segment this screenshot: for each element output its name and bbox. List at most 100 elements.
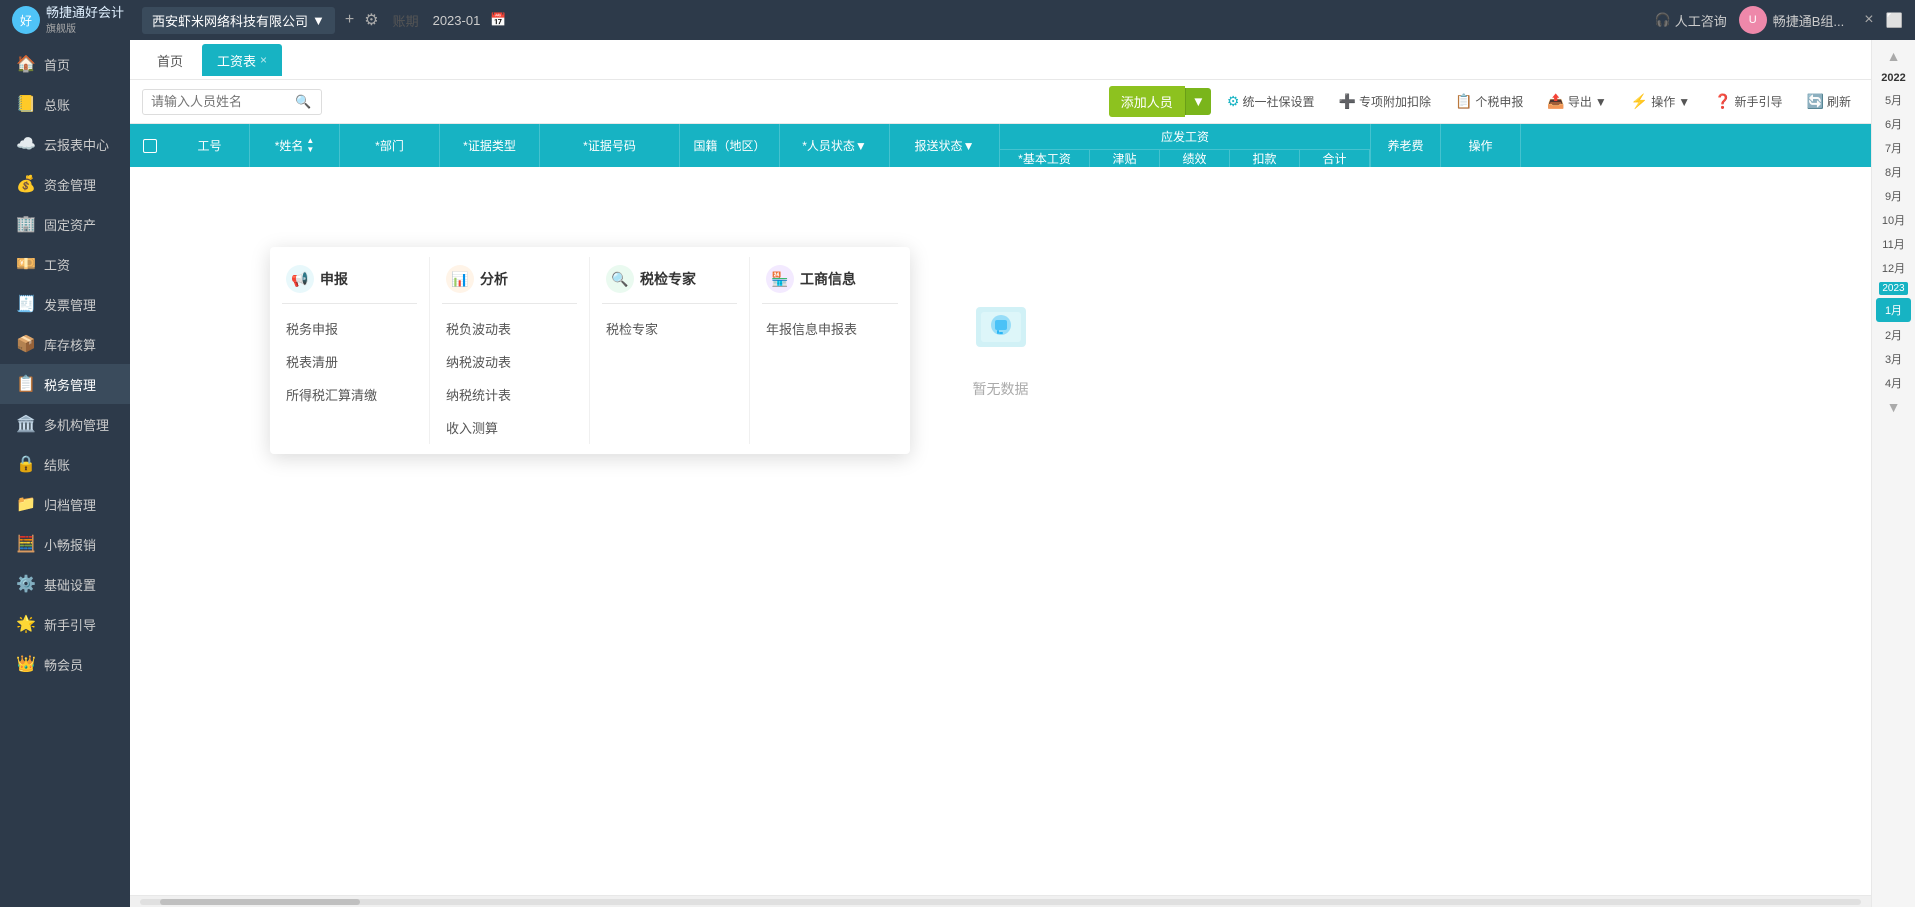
sidebar-item-cloud-report[interactable]: ☁️ 云报表中心 [0,124,130,164]
plus-icon[interactable]: + [345,11,354,29]
timeline-nav-up[interactable]: ▲ [1883,44,1905,68]
timeline-month-10[interactable]: 10月 [1872,208,1915,232]
tax-expert-col-title: 税检专家 [640,269,696,289]
timeline-month-7[interactable]: 7月 [1872,136,1915,160]
operations-action[interactable]: ⚡ 操作 ▼ [1623,89,1698,114]
sidebar-item-basic-settings[interactable]: ⚙️ 基础设置 [0,564,130,604]
logo-text: 畅捷通好会计 [46,5,124,21]
inventory-icon: 📦 [16,334,36,354]
timeline-month-8[interactable]: 8月 [1872,160,1915,184]
wage-sub-cols: *基本工资 津贴 绩效 扣款 合计 [1000,150,1370,167]
sidebar-item-fixed-assets[interactable]: 🏢 固定资产 [0,204,130,244]
scroll-thumb[interactable] [160,899,360,905]
table-container: 工号 *姓名 ▲▼ *部门 *证据类型 *证据号码 国籍（地区） *人员状态 ▼… [130,124,1871,907]
company-selector[interactable]: 西安虾米网络科技有限公司 ▼ [142,7,335,34]
timeline-month-6[interactable]: 6月 [1872,112,1915,136]
timeline-month-11[interactable]: 11月 [1872,232,1915,256]
settings-icon[interactable]: ⚙ [364,10,378,30]
timeline-month-current[interactable]: 1月 [1876,298,1911,322]
social-insurance-action[interactable]: ⚙ 统一社保设置 [1219,89,1323,114]
sidebar-item-payroll[interactable]: 💴 工资 [0,244,130,284]
user-area[interactable]: U 畅捷通B组... [1739,6,1845,34]
window-close-icon[interactable]: × [1864,11,1873,29]
calendar-icon[interactable]: 📅 [490,12,506,28]
dropdown-item-income-tax-calc[interactable]: 所得税汇算清缴 [282,378,417,411]
timeline-month-9[interactable]: 9月 [1872,184,1915,208]
th-status[interactable]: *人员状态 ▼ [780,124,890,167]
sidebar-item-fund[interactable]: 💰 资金管理 [0,164,130,204]
logo-icon: 好 [12,6,40,34]
sidebar-item-mini-report[interactable]: 🧮 小畅报销 [0,524,130,564]
special-deduction-label: 专项附加扣除 [1359,93,1431,110]
sidebar-item-archive[interactable]: 📁 归档管理 [0,484,130,524]
operations-icon: ⚡ [1631,93,1648,110]
th-name[interactable]: *姓名 ▲▼ [250,124,340,167]
sidebar-item-home[interactable]: 🏠 首页 [0,44,130,84]
timeline-month-next-4[interactable]: 4月 [1872,371,1915,395]
refresh-action[interactable]: 🔄 刷新 [1799,89,1859,114]
timeline-nav-down[interactable]: ▼ [1883,395,1905,419]
dropdown-item-tax-table-clear[interactable]: 税表清册 [282,345,417,378]
tax-expert-col-icon: 🔍 [606,265,634,293]
new-guide-action[interactable]: ❓ 新手引导 [1706,89,1790,114]
search-icon[interactable]: 🔍 [295,94,311,110]
top-header: 好 畅捷通好会计 旗舰版 西安虾米网络科技有限公司 ▼ + ⚙ 账期 2023-… [0,0,1915,40]
social-insurance-icon: ⚙ [1227,93,1240,110]
window-minimize-icon[interactable]: ⬜ [1886,12,1903,29]
th-report-status[interactable]: 报送状态 ▼ [890,124,1000,167]
sidebar-item-ledger[interactable]: 📒 总账 [0,84,130,124]
tab-home[interactable]: 首页 [142,44,198,76]
dropdown-item-tax-payment[interactable]: 纳税波动表 [442,345,577,378]
service-button[interactable]: 🎧 人工咨询 [1655,11,1727,30]
biz-info-col-icon: 🏪 [766,265,794,293]
add-person-dropdown-button[interactable]: ▼ [1185,88,1211,115]
sidebar-item-new-guide[interactable]: 🌟 新手引导 [0,604,130,644]
dropdown-item-tax-declaration[interactable]: 税务申报 [282,312,417,345]
header-checkbox[interactable] [143,139,157,153]
sidebar-label-member: 畅会员 [44,655,83,674]
tab-payroll-table[interactable]: 工资表 × [202,44,282,76]
dropdown-item-tax-burden[interactable]: 税负波动表 [442,312,577,345]
multi-org-icon: 🏛️ [16,414,36,434]
sidebar-item-member[interactable]: 👑 畅会员 [0,644,130,684]
dropdown-item-tax-stats[interactable]: 纳税统计表 [442,378,577,411]
sidebar-label-payroll: 工资 [44,255,70,274]
dropdown-item-tax-expert[interactable]: 税检专家 [602,312,737,345]
sidebar-label-new-guide: 新手引导 [44,615,96,634]
th-action: 操作 [1441,124,1521,167]
dropdown-item-annual-report[interactable]: 年报信息申报表 [762,312,898,345]
timeline-month-12[interactable]: 12月 [1872,256,1915,280]
tab-close-icon[interactable]: × [260,53,267,67]
sidebar-item-invoice[interactable]: 🧾 发票管理 [0,284,130,324]
period-label-text: 账期 [393,11,419,30]
tax-return-icon: 📋 [1455,93,1472,110]
empty-text: 暂无数据 [973,379,1029,399]
timeline-month-next-3[interactable]: 3月 [1872,347,1915,371]
add-person-main-button[interactable]: 添加人员 [1109,86,1185,117]
export-action[interactable]: 📤 导出 ▼ [1539,89,1614,114]
dropdown-grid: 📢 申报 税务申报 税表清册 所得税汇算清缴 📊 分析 [270,257,910,444]
search-input[interactable] [151,94,291,109]
header-right: 🎧 人工咨询 U 畅捷通B组... × ⬜ [1655,6,1904,34]
export-icon: 📤 [1547,93,1564,110]
sidebar-item-tax[interactable]: 📋 税务管理 [0,364,130,404]
th-total: 合计 [1300,150,1370,167]
dropdown-item-income-calc[interactable]: 收入测算 [442,411,577,444]
tax-return-action[interactable]: 📋 个税申报 [1447,89,1531,114]
status-filter-icon: ▼ [855,139,867,153]
th-id-type: *证据类型 [440,124,540,167]
th-checkbox-col[interactable] [130,124,170,167]
th-emp-no: 工号 [170,124,250,167]
sidebar-label-closing: 结账 [44,455,70,474]
fund-icon: 💰 [16,174,36,194]
sidebar-label-inventory: 库存核算 [44,335,96,354]
home-icon: 🏠 [16,54,36,74]
horizontal-scrollbar[interactable] [130,895,1871,907]
timeline-month-5[interactable]: 5月 [1872,88,1915,112]
sidebar-item-multi-org[interactable]: 🏛️ 多机构管理 [0,404,130,444]
special-deduction-action[interactable]: ➕ 专项附加扣除 [1331,89,1439,114]
timeline-month-next-2[interactable]: 2月 [1872,323,1915,347]
sidebar-item-closing[interactable]: 🔒 结账 [0,444,130,484]
sidebar-item-inventory[interactable]: 📦 库存核算 [0,324,130,364]
logo-sub: 旗舰版 [46,20,124,35]
